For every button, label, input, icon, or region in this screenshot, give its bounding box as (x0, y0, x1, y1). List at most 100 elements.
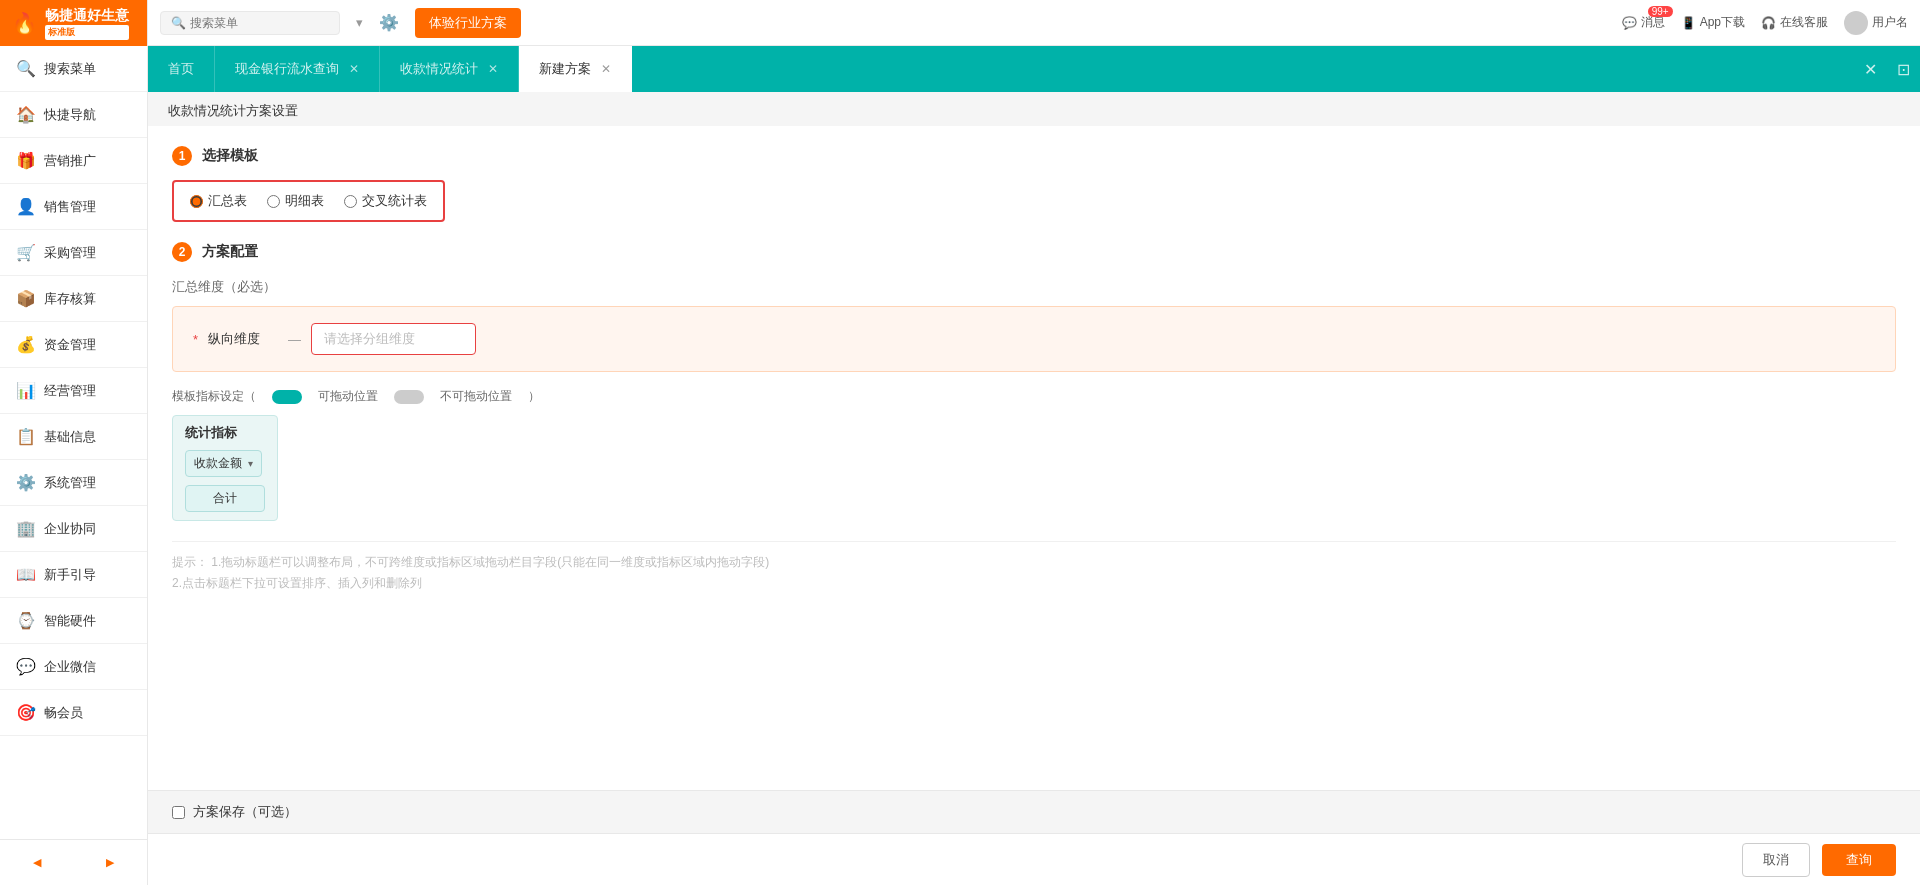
user-name-label: 用户名 (1872, 14, 1908, 31)
save-checkbox[interactable] (172, 806, 185, 819)
window-maximize-btn[interactable]: ⊡ (1887, 60, 1920, 79)
metrics-container: 统计指标 收款金额 ▾ 合计 (172, 415, 278, 521)
metrics-legend: 模板指标设定（ 可拖动位置 不可拖动位置 ） (172, 388, 1896, 405)
dimension-select[interactable]: 请选择分组维度 (311, 323, 476, 355)
sidebar-logo: 🔥 畅捷通好生意 标准版 (0, 0, 147, 46)
sidebar-collapse-right[interactable]: ▶ (74, 840, 148, 885)
tab-bank-flow[interactable]: 现金银行流水查询 ✕ (215, 46, 380, 92)
save-label[interactable]: 方案保存（可选） (193, 803, 297, 821)
footer: 取消 查询 (148, 833, 1920, 885)
sidebar-item-label: 库存核算 (44, 290, 96, 308)
sidebar-item-label: 快捷导航 (44, 106, 96, 124)
chevron-down-icon: ▾ (248, 458, 253, 469)
sidebar-item-enterprise[interactable]: 🏢 企业协同 (0, 506, 147, 552)
money-icon: 💰 (16, 335, 36, 354)
hint-1: 提示： 1.拖动标题栏可以调整布局，不可跨维度或指标区域拖动栏目字段(只能在同一… (172, 554, 1896, 571)
user-icon: 👤 (16, 197, 36, 216)
topbar-actions: 💬 消息 99+ 📱 App下载 🎧 在线客服 用户名 (1622, 11, 1908, 35)
radio-cross-input[interactable] (344, 195, 357, 208)
gift-icon: 🎁 (16, 151, 36, 170)
sidebar-item-system[interactable]: ⚙️ 系统管理 (0, 460, 147, 506)
sidebar-item-hardware[interactable]: ⌚ 智能硬件 (0, 598, 147, 644)
config-section: 汇总维度（必选） * 纵向维度 — 请选择分组维度 模板指标设定（ (172, 278, 1896, 592)
user-avatar (1844, 11, 1868, 35)
sidebar-item-basic-info[interactable]: 📋 基础信息 (0, 414, 147, 460)
app-download-item[interactable]: 📱 App下载 (1681, 14, 1745, 31)
radio-summary[interactable]: 汇总表 (190, 192, 247, 210)
radio-detail-input[interactable] (267, 195, 280, 208)
sidebar-item-operations[interactable]: 📊 经营管理 (0, 368, 147, 414)
topbar-search-icon: 🔍 (171, 16, 186, 30)
tab-bank-flow-label: 现金银行流水查询 (235, 60, 339, 78)
gear-icon[interactable]: ⚙️ (379, 13, 399, 32)
sidebar-item-wechat[interactable]: 💬 企业微信 (0, 644, 147, 690)
query-button[interactable]: 查询 (1822, 844, 1896, 876)
sidebar-item-quick-nav[interactable]: 🏠 快捷导航 (0, 92, 147, 138)
radio-detail[interactable]: 明细表 (267, 192, 324, 210)
tab-collection-stats[interactable]: 收款情况统计 ✕ (380, 46, 519, 92)
search-input[interactable] (190, 16, 330, 30)
not-draggable-label: 不可拖动位置 (440, 388, 512, 405)
user-profile[interactable]: 用户名 (1844, 11, 1908, 35)
step1-header: 1 选择模板 (172, 146, 1896, 166)
chat-icon: 💬 (16, 657, 36, 676)
topbar: 🔍 ▾ ⚙️ 体验行业方案 💬 消息 99+ 📱 App下载 🎧 在线客服 用户… (148, 0, 1920, 46)
radio-summary-input[interactable] (190, 195, 203, 208)
tab-collection-stats-label: 收款情况统计 (400, 60, 478, 78)
sidebar-item-marketing[interactable]: 🎁 营销推广 (0, 138, 147, 184)
online-service-item[interactable]: 🎧 在线客服 (1761, 14, 1828, 31)
radio-summary-label: 汇总表 (208, 192, 247, 210)
tab-new-plan[interactable]: 新建方案 ✕ (519, 46, 632, 92)
content-area: 收款情况统计方案设置 1 选择模板 汇总表 明细表 (148, 92, 1920, 833)
tab-home-label: 首页 (168, 60, 194, 78)
logo-icon: 🔥 (12, 11, 37, 35)
sidebar-item-guide[interactable]: 📖 新手引导 (0, 552, 147, 598)
system-icon: ⚙️ (16, 473, 36, 492)
notification-item[interactable]: 💬 消息 99+ (1622, 14, 1665, 31)
required-mark: * (193, 332, 198, 347)
service-icon: 🎧 (1761, 16, 1776, 30)
hint-2: 2.点击标题栏下拉可设置排序、插入列和删除列 (172, 575, 1896, 592)
tab-nav: 首页 现金银行流水查询 ✕ 收款情况统计 ✕ 新建方案 ✕ ✕ ⊡ (148, 46, 1920, 92)
dimension-row: * 纵向维度 — 请选择分组维度 (193, 323, 1875, 355)
sidebar-item-label: 企业协同 (44, 520, 96, 538)
sidebar-item-finance[interactable]: 💰 资金管理 (0, 322, 147, 368)
metrics-close-paren: ） (528, 388, 540, 405)
sidebar-item-label: 畅会员 (44, 704, 83, 722)
member-icon: 🎯 (16, 703, 36, 722)
sidebar-item-inventory[interactable]: 📦 库存核算 (0, 276, 147, 322)
metrics-settings: 模板指标设定（ 可拖动位置 不可拖动位置 ） 统计指标 收款金额 (172, 388, 1896, 521)
sidebar-item-search-menu[interactable]: 🔍 搜索菜单 (0, 46, 147, 92)
radio-cross[interactable]: 交叉统计表 (344, 192, 427, 210)
sidebar-item-sales[interactable]: 👤 销售管理 (0, 184, 147, 230)
tab-new-plan-close[interactable]: ✕ (601, 62, 611, 76)
collection-amount-tag[interactable]: 收款金额 ▾ (185, 450, 262, 477)
sidebar-item-member[interactable]: 🎯 畅会员 (0, 690, 147, 736)
stats-label: 统计指标 (185, 424, 265, 442)
summary-dimension-label: 汇总维度（必选） (172, 278, 1896, 296)
sidebar-item-label: 企业微信 (44, 658, 96, 676)
box-icon: 📦 (16, 289, 36, 308)
search-menu-icon: 🔍 (16, 59, 36, 78)
sidebar-item-purchase[interactable]: 🛒 采购管理 (0, 230, 147, 276)
sidebar-collapse-left[interactable]: ◀ (0, 840, 74, 885)
arrow-icon: — (288, 332, 301, 347)
draggable-label: 可拖动位置 (318, 388, 378, 405)
tab-new-plan-label: 新建方案 (539, 60, 591, 78)
search-box[interactable]: 🔍 (160, 11, 340, 35)
tab-collection-stats-close[interactable]: ✕ (488, 62, 498, 76)
dropdown-icon[interactable]: ▾ (356, 15, 363, 30)
step2-title: 方案配置 (202, 243, 258, 261)
tab-bank-flow-close[interactable]: ✕ (349, 62, 359, 76)
sidebar-item-label: 智能硬件 (44, 612, 96, 630)
radio-cross-label: 交叉统计表 (362, 192, 427, 210)
logo-badge: 标准版 (45, 25, 129, 40)
step2-header: 2 方案配置 (172, 242, 1896, 262)
cancel-button[interactable]: 取消 (1742, 843, 1810, 877)
sidebar-item-label: 经营管理 (44, 382, 96, 400)
sidebar-item-label: 销售管理 (44, 198, 96, 216)
tab-home[interactable]: 首页 (148, 46, 215, 92)
industry-btn[interactable]: 体验行业方案 (415, 8, 521, 38)
sidebar: 🔥 畅捷通好生意 标准版 🔍 搜索菜单 🏠 快捷导航 🎁 营销推广 👤 销售管理… (0, 0, 148, 885)
window-close-btn[interactable]: ✕ (1854, 60, 1887, 79)
